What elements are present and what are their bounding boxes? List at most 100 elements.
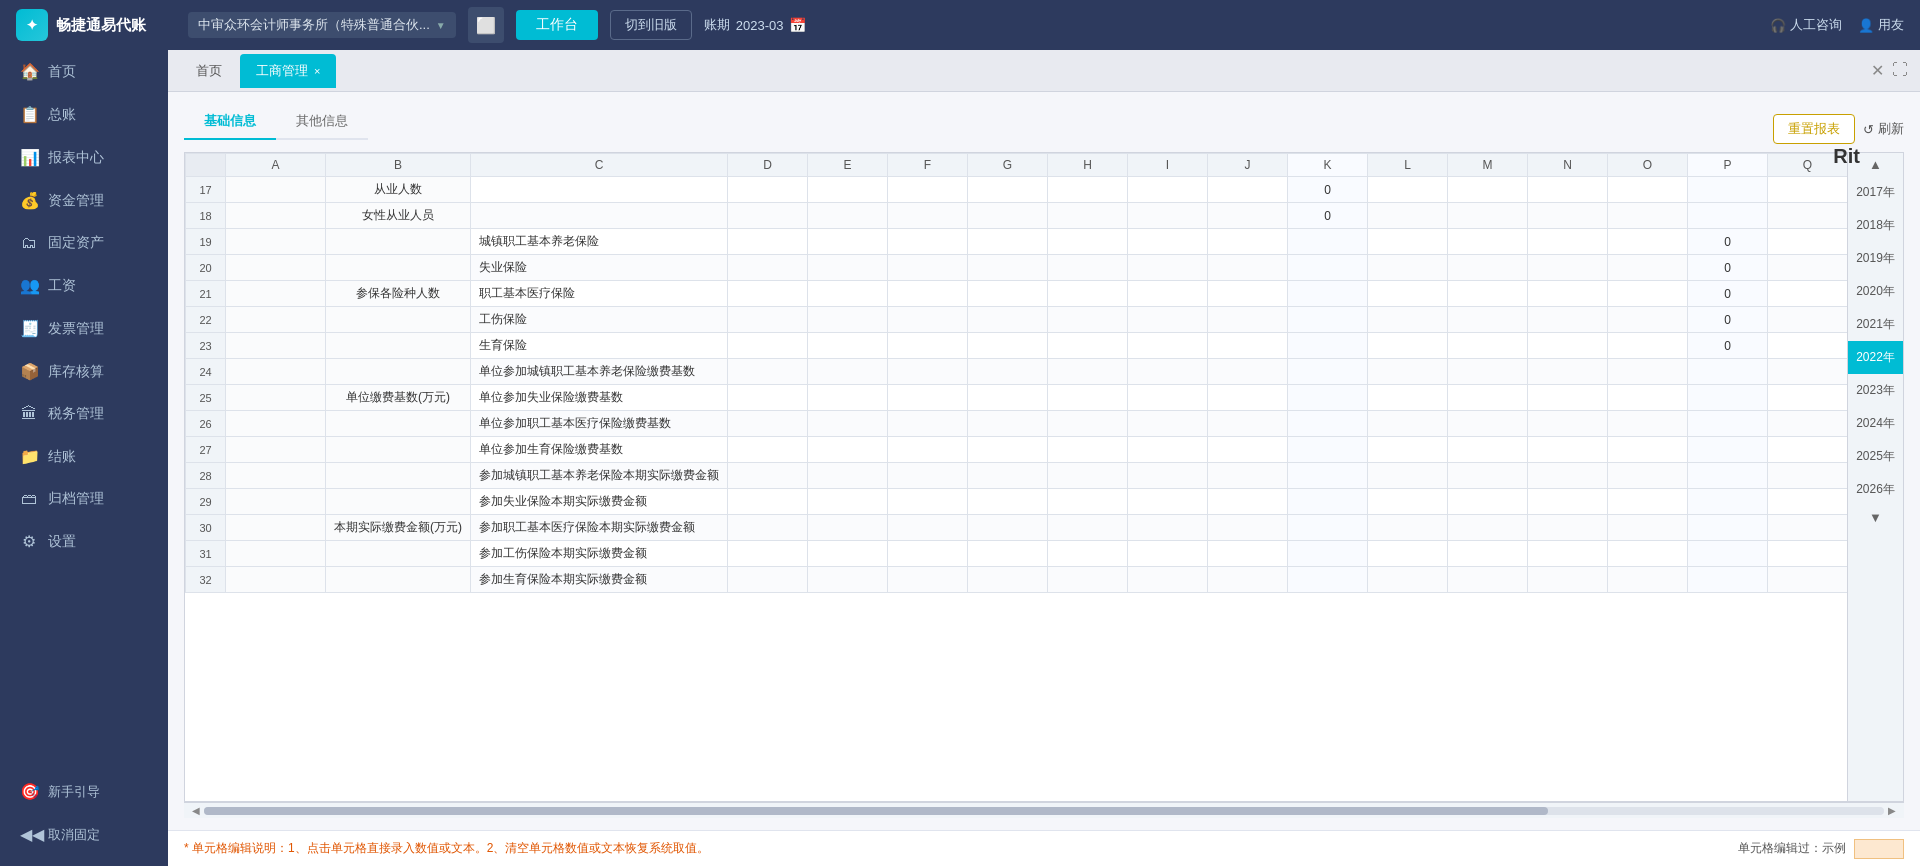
cell-31-c[interactable]: 参加工伤保险本期实际缴费金额 bbox=[471, 541, 728, 567]
cell-31-d[interactable] bbox=[728, 541, 808, 567]
refresh-button[interactable]: ↺ 刷新 bbox=[1863, 120, 1904, 138]
cell-26-n[interactable] bbox=[1528, 411, 1608, 437]
col-header-e[interactable]: E bbox=[808, 154, 888, 177]
cell-22-o[interactable] bbox=[1608, 307, 1688, 333]
cell-24-f[interactable] bbox=[888, 359, 968, 385]
cell-30-h[interactable] bbox=[1048, 515, 1128, 541]
sidebar-item-archive[interactable]: 🗃 归档管理 bbox=[0, 478, 168, 520]
cell-28-a[interactable] bbox=[226, 463, 326, 489]
cell-26-h[interactable] bbox=[1048, 411, 1128, 437]
cell-27-l[interactable] bbox=[1368, 437, 1448, 463]
cell-23-e[interactable] bbox=[808, 333, 888, 359]
cell-29-j[interactable] bbox=[1208, 489, 1288, 515]
cell-20-g[interactable] bbox=[968, 255, 1048, 281]
spreadsheet-container[interactable]: A B C D E F G H I J K L bbox=[185, 153, 1847, 801]
cell-21-b[interactable]: 参保各险种人数 bbox=[326, 281, 471, 307]
cell-24-l[interactable] bbox=[1368, 359, 1448, 385]
cell-32-g[interactable] bbox=[968, 567, 1048, 593]
cell-31-k[interactable] bbox=[1288, 541, 1368, 567]
cell-19-k[interactable] bbox=[1288, 229, 1368, 255]
cell-27-g[interactable] bbox=[968, 437, 1048, 463]
col-header-n[interactable]: N bbox=[1528, 154, 1608, 177]
sidebar-item-payroll[interactable]: 👥 工资 bbox=[0, 264, 168, 307]
cell-28-n[interactable] bbox=[1528, 463, 1608, 489]
cell-30-m[interactable] bbox=[1448, 515, 1528, 541]
cell-28-o[interactable] bbox=[1608, 463, 1688, 489]
cell-18-k[interactable]: 0 bbox=[1288, 203, 1368, 229]
cell-26-p[interactable] bbox=[1688, 411, 1768, 437]
cell-22-q[interactable] bbox=[1768, 307, 1848, 333]
cell-30-b[interactable]: 本期实际缴费金额(万元) bbox=[326, 515, 471, 541]
cell-25-n[interactable] bbox=[1528, 385, 1608, 411]
cell-21-f[interactable] bbox=[888, 281, 968, 307]
cell-25-k[interactable] bbox=[1288, 385, 1368, 411]
cell-17-f[interactable] bbox=[888, 177, 968, 203]
cell-25-p[interactable] bbox=[1688, 385, 1768, 411]
cell-17-d[interactable] bbox=[728, 177, 808, 203]
cell-22-f[interactable] bbox=[888, 307, 968, 333]
copy-icon[interactable]: ⬜ bbox=[468, 7, 504, 43]
horizontal-scrollbar[interactable]: ◀ ▶ bbox=[184, 802, 1904, 818]
cell-18-n[interactable] bbox=[1528, 203, 1608, 229]
cell-26-l[interactable] bbox=[1368, 411, 1448, 437]
sidebar-item-closing[interactable]: 📁 结账 bbox=[0, 435, 168, 478]
cell-17-j[interactable] bbox=[1208, 177, 1288, 203]
cell-23-f[interactable] bbox=[888, 333, 968, 359]
cell-18-m[interactable] bbox=[1448, 203, 1528, 229]
cell-29-n[interactable] bbox=[1528, 489, 1608, 515]
cell-32-p[interactable] bbox=[1688, 567, 1768, 593]
reset-report-button[interactable]: 重置报表 bbox=[1773, 114, 1855, 144]
cell-26-d[interactable] bbox=[728, 411, 808, 437]
cell-28-i[interactable] bbox=[1128, 463, 1208, 489]
year-item-2021[interactable]: 2021年 bbox=[1848, 308, 1903, 341]
cell-23-o[interactable] bbox=[1608, 333, 1688, 359]
cell-25-c[interactable]: 单位参加失业保险缴费基数 bbox=[471, 385, 728, 411]
cell-29-a[interactable] bbox=[226, 489, 326, 515]
cell-29-i[interactable] bbox=[1128, 489, 1208, 515]
cell-17-h[interactable] bbox=[1048, 177, 1128, 203]
cell-17-k[interactable]: 0 bbox=[1288, 177, 1368, 203]
cell-22-h[interactable] bbox=[1048, 307, 1128, 333]
cell-20-e[interactable] bbox=[808, 255, 888, 281]
cell-19-d[interactable] bbox=[728, 229, 808, 255]
cell-18-l[interactable] bbox=[1368, 203, 1448, 229]
cell-22-m[interactable] bbox=[1448, 307, 1528, 333]
cell-18-o[interactable] bbox=[1608, 203, 1688, 229]
year-item-2023[interactable]: 2023年 bbox=[1848, 374, 1903, 407]
sidebar-item-inventory[interactable]: 📦 库存核算 bbox=[0, 350, 168, 393]
cell-26-k[interactable] bbox=[1288, 411, 1368, 437]
cell-21-o[interactable] bbox=[1608, 281, 1688, 307]
cell-30-c[interactable]: 参加职工基本医疗保险本期实际缴费金额 bbox=[471, 515, 728, 541]
switch-version-button[interactable]: 切到旧版 bbox=[610, 10, 692, 40]
cell-19-i[interactable] bbox=[1128, 229, 1208, 255]
cell-21-k[interactable] bbox=[1288, 281, 1368, 307]
cell-23-m[interactable] bbox=[1448, 333, 1528, 359]
cell-23-k[interactable] bbox=[1288, 333, 1368, 359]
scroll-track[interactable] bbox=[204, 807, 1884, 815]
cell-21-j[interactable] bbox=[1208, 281, 1288, 307]
cell-24-g[interactable] bbox=[968, 359, 1048, 385]
cell-22-k[interactable] bbox=[1288, 307, 1368, 333]
cell-25-f[interactable] bbox=[888, 385, 968, 411]
cell-31-j[interactable] bbox=[1208, 541, 1288, 567]
cell-32-f[interactable] bbox=[888, 567, 968, 593]
cell-27-o[interactable] bbox=[1608, 437, 1688, 463]
cell-17-e[interactable] bbox=[808, 177, 888, 203]
cell-31-i[interactable] bbox=[1128, 541, 1208, 567]
col-header-a[interactable]: A bbox=[226, 154, 326, 177]
cell-18-b[interactable]: 女性从业人员 bbox=[326, 203, 471, 229]
cell-26-i[interactable] bbox=[1128, 411, 1208, 437]
cell-23-b[interactable] bbox=[326, 333, 471, 359]
cell-32-d[interactable] bbox=[728, 567, 808, 593]
col-header-l[interactable]: L bbox=[1368, 154, 1448, 177]
cell-20-f[interactable] bbox=[888, 255, 968, 281]
cell-19-g[interactable] bbox=[968, 229, 1048, 255]
cell-27-p[interactable] bbox=[1688, 437, 1768, 463]
cell-22-n[interactable] bbox=[1528, 307, 1608, 333]
cell-23-p[interactable]: 0 bbox=[1688, 333, 1768, 359]
cell-32-m[interactable] bbox=[1448, 567, 1528, 593]
cell-19-l[interactable] bbox=[1368, 229, 1448, 255]
cell-24-m[interactable] bbox=[1448, 359, 1528, 385]
cell-22-c[interactable]: 工伤保险 bbox=[471, 307, 728, 333]
cell-26-c[interactable]: 单位参加职工基本医疗保险缴费基数 bbox=[471, 411, 728, 437]
